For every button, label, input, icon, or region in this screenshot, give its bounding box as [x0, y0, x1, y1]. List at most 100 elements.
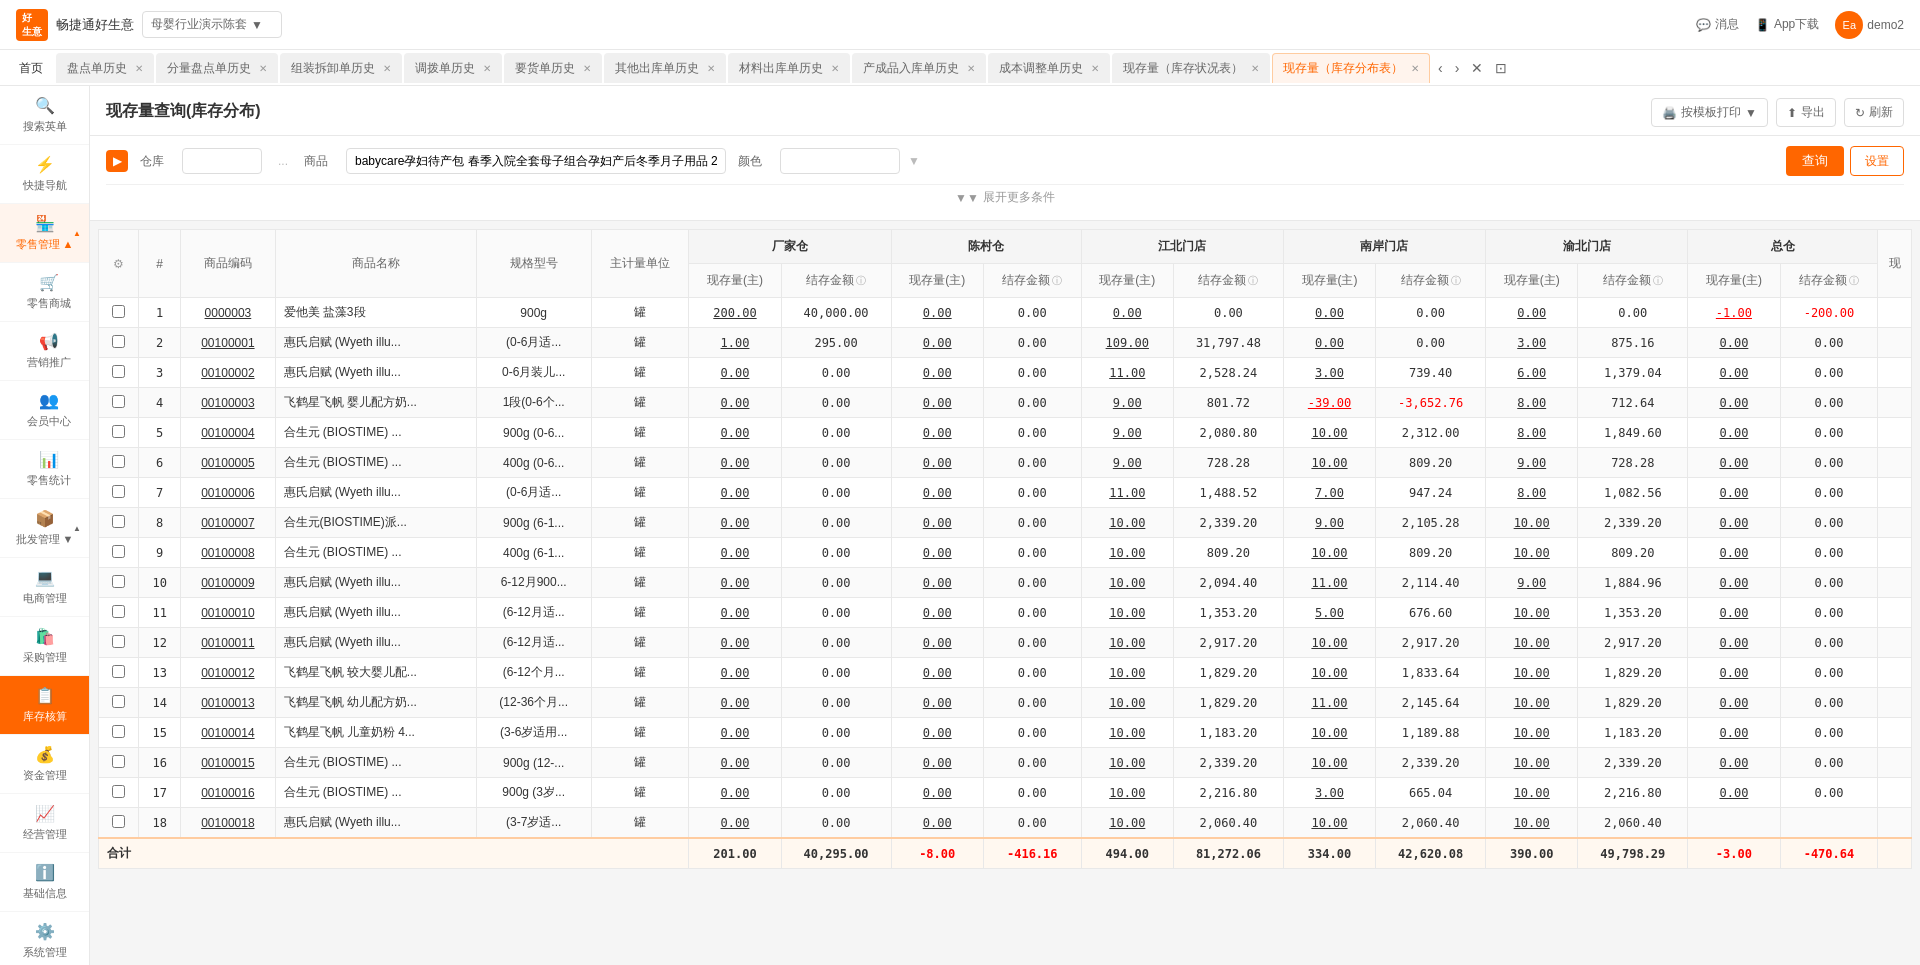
row-wt-qty[interactable]: 0.00 [1688, 778, 1780, 808]
row-code[interactable]: 0000003 [181, 298, 275, 328]
row-wt-qty[interactable]: -1.00 [1688, 298, 1780, 328]
close-icon[interactable]: ✕ [135, 63, 143, 74]
warehouse-input[interactable] [182, 148, 262, 174]
row-w4-qty[interactable]: 11.00 [1283, 568, 1375, 598]
row-w1-qty[interactable]: 0.00 [689, 478, 781, 508]
row-w4-qty[interactable]: 10.00 [1283, 748, 1375, 778]
row-w3-qty[interactable]: 10.00 [1081, 538, 1173, 568]
row-w2-qty[interactable]: 0.00 [891, 388, 983, 418]
expand-conditions-button[interactable]: ▼▼ 展开更多条件 [955, 189, 1055, 206]
row-w2-qty[interactable]: 0.00 [891, 688, 983, 718]
row-w4-qty[interactable]: 0.00 [1283, 298, 1375, 328]
row-w1-qty[interactable]: 0.00 [689, 628, 781, 658]
sidebar-item-search[interactable]: 🔍 搜索英单 [0, 86, 89, 145]
sidebar-item-retail-stats[interactable]: 📊 零售统计 [0, 440, 89, 499]
row-code[interactable]: 00100003 [181, 388, 275, 418]
close-icon[interactable]: ✕ [707, 63, 715, 74]
color-input[interactable] [780, 148, 900, 174]
close-icon[interactable]: ✕ [1251, 63, 1259, 74]
row-w2-qty[interactable]: 0.00 [891, 538, 983, 568]
settings-button[interactable]: 设置 [1850, 146, 1904, 176]
sidebar-item-operations[interactable]: 📈 经营管理 [0, 794, 89, 853]
row-w1-qty[interactable]: 0.00 [689, 508, 781, 538]
tab-assembly[interactable]: 组装拆卸单历史 ✕ [280, 53, 402, 83]
row-wt-qty[interactable]: 0.00 [1688, 418, 1780, 448]
row-w3-qty[interactable]: 10.00 [1081, 628, 1173, 658]
goods-input[interactable] [346, 148, 726, 174]
row-code[interactable]: 00100012 [181, 658, 275, 688]
row-w5-qty[interactable]: 8.00 [1486, 418, 1578, 448]
row-checkbox[interactable] [99, 478, 139, 508]
row-w1-qty[interactable]: 0.00 [689, 418, 781, 448]
row-wt-qty[interactable]: 0.00 [1688, 628, 1780, 658]
tab-menu-button[interactable]: ⊡ [1489, 60, 1513, 76]
export-button[interactable]: ⬆ 导出 [1776, 98, 1836, 127]
user-area[interactable]: Ea demo2 [1835, 11, 1904, 39]
row-checkbox[interactable] [99, 328, 139, 358]
tab-inventory-count[interactable]: 盘点单历史 ✕ [56, 53, 154, 83]
sidebar-item-purchase[interactable]: 🛍️ 采购管理 [0, 617, 89, 676]
row-w4-qty[interactable]: 9.00 [1283, 508, 1375, 538]
refresh-button[interactable]: ↻ 刷新 [1844, 98, 1904, 127]
row-checkbox[interactable] [99, 598, 139, 628]
sidebar-item-shortcuts[interactable]: ⚡ 快捷导航 [0, 145, 89, 204]
tab-material-outbound[interactable]: 材料出库单历史 ✕ [728, 53, 850, 83]
row-code[interactable]: 00100009 [181, 568, 275, 598]
row-code[interactable]: 00100006 [181, 478, 275, 508]
row-w1-qty[interactable]: 0.00 [689, 808, 781, 839]
row-w3-qty[interactable]: 10.00 [1081, 718, 1173, 748]
row-w2-qty[interactable]: 0.00 [891, 628, 983, 658]
row-w4-qty[interactable]: 10.00 [1283, 418, 1375, 448]
row-w2-qty[interactable]: 0.00 [891, 778, 983, 808]
row-code[interactable]: 00100018 [181, 808, 275, 839]
row-w1-qty[interactable]: 0.00 [689, 598, 781, 628]
row-w3-qty[interactable]: 10.00 [1081, 598, 1173, 628]
tab-next-button[interactable]: › [1449, 60, 1466, 76]
row-w5-qty[interactable]: 10.00 [1486, 748, 1578, 778]
row-checkbox[interactable] [99, 358, 139, 388]
row-w5-qty[interactable]: 10.00 [1486, 688, 1578, 718]
row-w1-qty[interactable]: 200.00 [689, 298, 781, 328]
close-icon[interactable]: ✕ [483, 63, 491, 74]
row-code[interactable]: 00100015 [181, 748, 275, 778]
message-button[interactable]: 💬 消息 [1696, 16, 1739, 33]
sidebar-item-wholesale[interactable]: 📦 批发管理 ▼ [0, 499, 89, 558]
row-checkbox[interactable] [99, 418, 139, 448]
tab-prev-button[interactable]: ‹ [1432, 60, 1449, 76]
row-w5-qty[interactable]: 9.00 [1486, 568, 1578, 598]
row-checkbox[interactable] [99, 508, 139, 538]
row-checkbox[interactable] [99, 718, 139, 748]
row-code[interactable]: 00100005 [181, 448, 275, 478]
sidebar-item-retail-mall[interactable]: 🛒 零售商城 [0, 263, 89, 322]
row-w5-qty[interactable]: 10.00 [1486, 778, 1578, 808]
row-w2-qty[interactable]: 0.00 [891, 658, 983, 688]
row-w3-qty[interactable]: 10.00 [1081, 778, 1173, 808]
row-w4-qty[interactable]: 10.00 [1283, 658, 1375, 688]
row-w2-qty[interactable]: 0.00 [891, 598, 983, 628]
tab-requisition[interactable]: 要货单历史 ✕ [504, 53, 602, 83]
row-checkbox[interactable] [99, 748, 139, 778]
row-w3-qty[interactable]: 109.00 [1081, 328, 1173, 358]
tab-stock-distribution[interactable]: 现存量（库存分布表） ✕ [1272, 53, 1430, 83]
gear-settings-icon[interactable]: ⚙ [113, 257, 124, 271]
row-w5-qty[interactable]: 10.00 [1486, 538, 1578, 568]
row-w2-qty[interactable]: 0.00 [891, 808, 983, 839]
th-gear[interactable]: ⚙ [99, 230, 139, 298]
row-w4-qty[interactable]: 10.00 [1283, 538, 1375, 568]
row-code[interactable]: 00100004 [181, 418, 275, 448]
row-w2-qty[interactable]: 0.00 [891, 448, 983, 478]
row-w2-qty[interactable]: 0.00 [891, 508, 983, 538]
row-w1-qty[interactable]: 0.00 [689, 538, 781, 568]
row-checkbox[interactable] [99, 778, 139, 808]
row-w1-qty[interactable]: 0.00 [689, 388, 781, 418]
row-w4-qty[interactable]: 5.00 [1283, 598, 1375, 628]
tab-cost-adjustment[interactable]: 成本调整单历史 ✕ [988, 53, 1110, 83]
row-w3-qty[interactable]: 10.00 [1081, 508, 1173, 538]
row-w4-qty[interactable]: 10.00 [1283, 808, 1375, 839]
row-w1-qty[interactable]: 0.00 [689, 778, 781, 808]
row-w1-qty[interactable]: 0.00 [689, 568, 781, 598]
row-w5-qty[interactable]: 10.00 [1486, 628, 1578, 658]
row-wt-qty[interactable]: 0.00 [1688, 718, 1780, 748]
row-w4-qty[interactable]: 11.00 [1283, 688, 1375, 718]
row-w1-qty[interactable]: 0.00 [689, 718, 781, 748]
